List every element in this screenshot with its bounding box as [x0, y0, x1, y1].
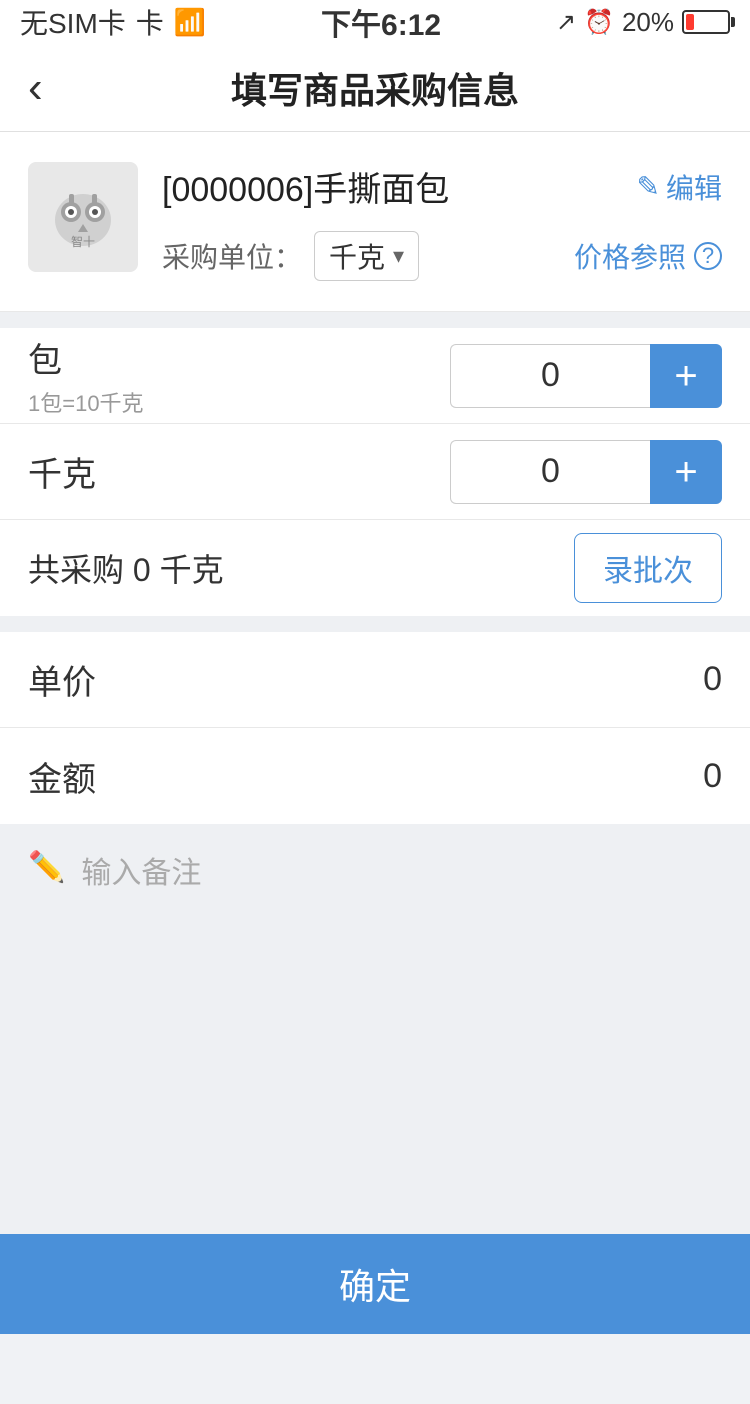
location-icon: ↗ [556, 8, 576, 37]
bao-label: 包 1包=10千克 [28, 333, 168, 418]
info-section: 单价 0 金额 0 [0, 632, 750, 824]
edit-label: 编辑 [666, 167, 722, 207]
svg-text:智十: 智十 [71, 234, 95, 249]
divider-1 [0, 312, 750, 328]
time-label: 下午6:12 [321, 0, 441, 44]
input-section: 包 1包=10千克 + 千克 + [0, 328, 750, 520]
product-card: 智十 [0000006]手撕面包 ✎ 编辑 采购单位： 千克 ▾ [0, 132, 750, 312]
divider-2 [0, 616, 750, 632]
battery-fill [686, 14, 694, 30]
edit-icon: ✎ [637, 170, 660, 203]
status-left: 无SIM卡 卡 📶 [20, 2, 206, 42]
help-circle-icon: ? [694, 242, 722, 270]
unit-label: 采购单位： [162, 236, 302, 276]
back-button[interactable]: ‹ [28, 66, 43, 110]
amount-label: 金额 [28, 752, 96, 801]
kg-input-row: 千克 + [0, 424, 750, 520]
unit-row: 采购单位： 千克 ▾ 价格参照 ? [162, 231, 722, 281]
unit-select-dropdown[interactable]: 千克 ▾ [314, 231, 419, 281]
product-name: [0000006]手撕面包 [162, 162, 449, 211]
wifi-icon: 📶 [174, 7, 206, 38]
alarm-icon: ⏰ [584, 8, 614, 37]
confirm-button-label: 确定 [339, 1258, 411, 1310]
battery-icon [682, 10, 730, 34]
pencil-icon: ✏️ [28, 850, 65, 885]
content-wrapper: 智十 [0000006]手撕面包 ✎ 编辑 采购单位： 千克 ▾ [0, 132, 750, 1404]
unit-price-label: 单价 [28, 655, 96, 704]
carrier-label: 无SIM卡 [20, 2, 126, 42]
summary-text: 共采购 0 千克 [28, 545, 224, 591]
kg-quantity-input[interactable] [450, 440, 650, 504]
note-section[interactable]: ✏️ 输入备注 [0, 824, 750, 984]
kg-input-right: + [168, 440, 722, 504]
unit-value: 千克 [329, 236, 385, 276]
price-ref-label: 价格参照 [574, 236, 686, 276]
status-bar: 无SIM卡 卡 📶 下午6:12 ↗ ⏰ 20% [0, 0, 750, 44]
unit-price-value: 0 [703, 660, 722, 699]
nav-bar: ‹ 填写商品采购信息 [0, 44, 750, 132]
bao-sub-text: 1包=10千克 [28, 386, 168, 418]
bao-input-row: 包 1包=10千克 + [0, 328, 750, 424]
price-ref-button[interactable]: 价格参照 ? [574, 236, 722, 276]
dropdown-arrow-icon: ▾ [393, 243, 404, 269]
summary-row: 共采购 0 千克 录批次 [0, 520, 750, 616]
amount-value: 0 [703, 757, 722, 796]
product-logo: 智十 [43, 182, 123, 252]
confirm-bar[interactable]: 确定 [0, 1234, 750, 1334]
bao-plus-button[interactable]: + [650, 344, 722, 408]
page-title: 填写商品采购信息 [231, 62, 519, 114]
edit-button[interactable]: ✎ 编辑 [637, 167, 722, 207]
unit-price-row: 单价 0 [0, 632, 750, 728]
bao-input-right: + [168, 344, 722, 408]
batch-button[interactable]: 录批次 [574, 533, 722, 603]
kg-label: 千克 [28, 447, 168, 496]
kg-label-text: 千克 [28, 447, 168, 496]
product-name-row: [0000006]手撕面包 ✎ 编辑 [162, 162, 722, 211]
unit-select-group: 采购单位： 千克 ▾ [162, 231, 419, 281]
battery-percent-label: 20% [622, 7, 674, 38]
product-info: [0000006]手撕面包 ✎ 编辑 采购单位： 千克 ▾ 价格参照 ? [162, 162, 722, 281]
bao-label-text: 包 [28, 333, 168, 382]
status-right: ↗ ⏰ 20% [556, 7, 730, 38]
product-image: 智十 [28, 162, 138, 272]
bao-quantity-input[interactable] [450, 344, 650, 408]
note-placeholder: 输入备注 [81, 848, 201, 892]
amount-row: 金额 0 [0, 728, 750, 824]
sim-card-icon: 卡 [136, 2, 164, 42]
kg-plus-button[interactable]: + [650, 440, 722, 504]
